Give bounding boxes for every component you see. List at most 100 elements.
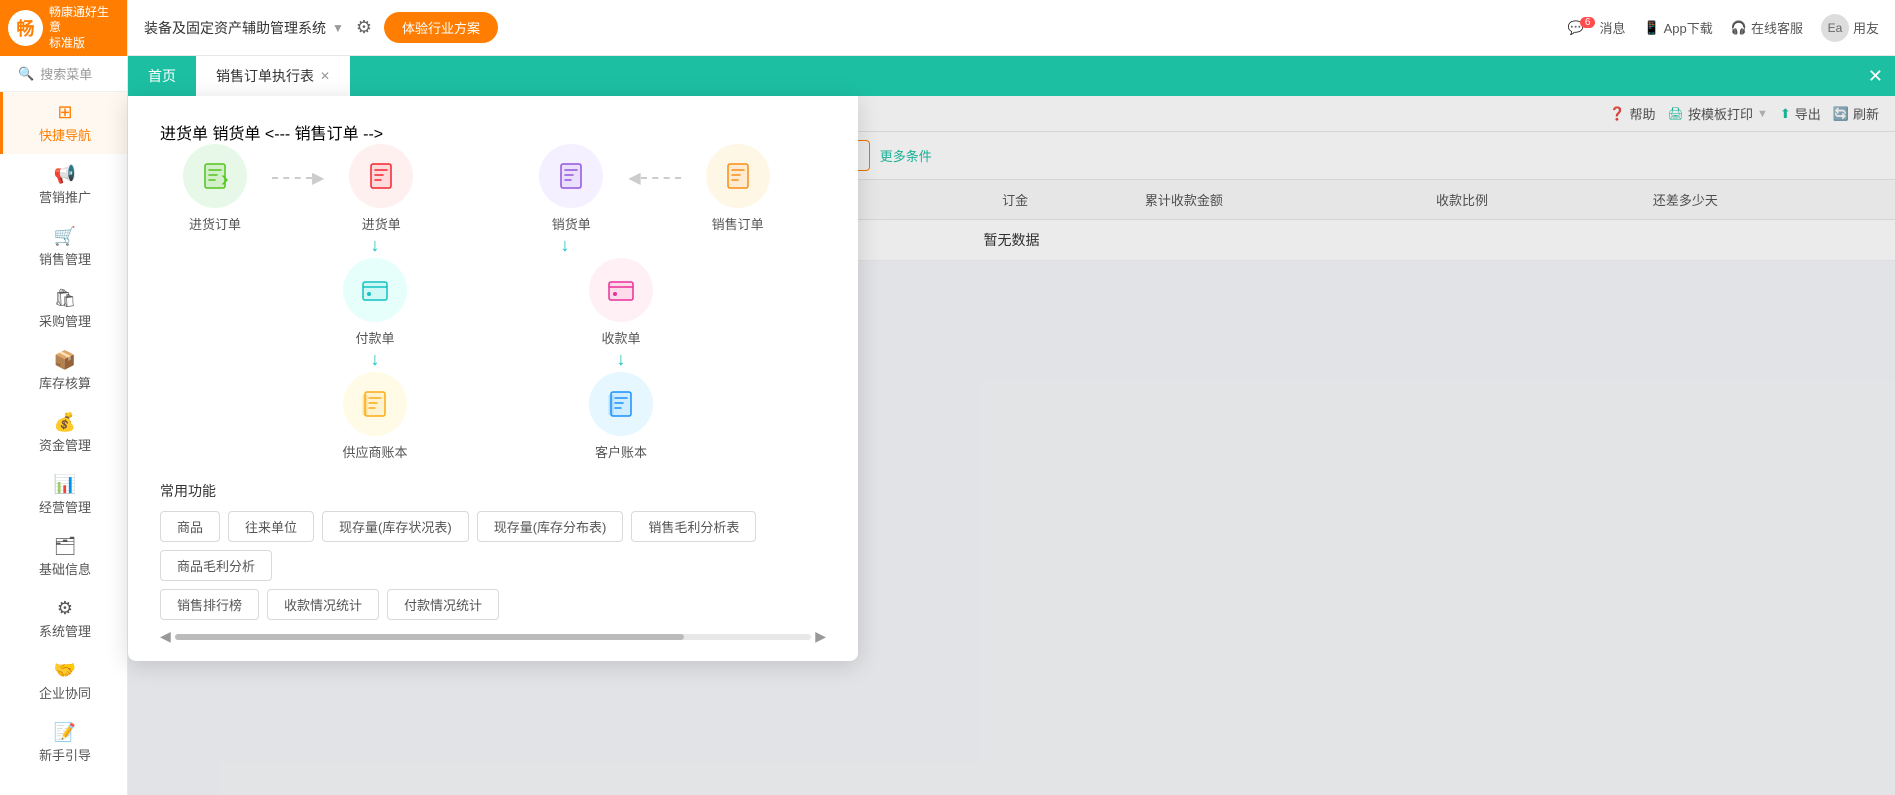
sidebar-item-label: 资金管理 [39, 435, 91, 454]
sidebar-item-purchase[interactable]: 🛍 采购管理 [0, 278, 127, 340]
flow-circle-supplier-ledger [343, 372, 407, 436]
close-icon[interactable]: ✕ [320, 69, 330, 83]
header: 装备及固定资产辅助管理系统 ▼ ⚙ 体验行业方案 💬 6 消息 📱 App下载 … [128, 0, 1895, 56]
sidebar-item-label: 基础信息 [39, 559, 91, 578]
down-arrow-receipt: ↓ [566, 349, 676, 370]
func-button-0[interactable]: 商品 [160, 511, 220, 542]
trial-button[interactable]: 体验行业方案 [384, 12, 498, 43]
online-service-button[interactable]: 🎧 在线客服 [1731, 18, 1803, 37]
sidebar-item-label: 企业协同 [39, 683, 91, 702]
chevron-down-icon: ▼ [332, 21, 344, 35]
enterprise-icon: 🤝 [54, 660, 76, 681]
scroll-hint: ◀ ▶ [160, 628, 826, 645]
avatar: Ea [1821, 14, 1849, 42]
app-download-button[interactable]: 📱 App下载 [1643, 18, 1712, 37]
basic-info-icon: 🗂 [54, 536, 77, 557]
down-arrow-payment: ↓ [320, 349, 430, 370]
down-arrow-sales: ↓ [510, 235, 620, 256]
func-buttons-row2: 销售排行榜收款情况统计付款情况统计 [160, 589, 826, 620]
sidebar-item-marketing[interactable]: 📢 营销推广 [0, 154, 127, 216]
tab-bar-close-icon[interactable]: ✕ [1868, 66, 1883, 87]
header-system-title[interactable]: 装备及固定资产辅助管理系统 ▼ [144, 18, 344, 38]
sidebar-logo: 畅 畅康通好生意 标准版 [0, 0, 127, 56]
message-button[interactable]: 💬 6 消息 [1568, 18, 1626, 37]
scroll-bar[interactable] [175, 634, 811, 640]
tab-bar: 首页 销售订单执行表 ✕ ✕ [128, 56, 1895, 96]
func-buttons-row1: 商品往来单位现存量(库存状况表) 现存量(库存分布表)销售毛利分析表商品毛利分析 [160, 511, 826, 581]
sidebar-item-inventory[interactable]: 📦库存核算 [0, 340, 127, 402]
sidebar-item-label: 系统管理 [39, 621, 91, 640]
sidebar-item-label: 销售管理 [39, 249, 91, 268]
operations-icon: 📊 [54, 474, 76, 495]
sidebar-item-system[interactable]: ⚙ 系统管理 [0, 588, 127, 650]
scroll-right-btn[interactable]: ▶ [815, 628, 826, 645]
func-button-1[interactable]: 往来单位 [228, 511, 314, 542]
func-button-5[interactable]: 商品毛利分析 [160, 550, 272, 581]
guide-icon: 📝 [54, 722, 76, 743]
flow-circle-purchase-order [183, 144, 247, 208]
flow-node-sales-order[interactable]: 销售订单 [683, 144, 793, 233]
tab-home[interactable]: 首页 [128, 56, 196, 96]
sidebar-item-finance[interactable]: 💰 资金管理 [0, 402, 127, 464]
popup-panel: 进货单 销货单 <--- 销售订单 --> 进货订单 ▶ [128, 96, 858, 661]
dash-arrow-1: ▶ [272, 168, 324, 210]
sidebar-item-guide[interactable]: 📝 新手引导 [0, 712, 127, 774]
sidebar-item-operations[interactable]: 📊 经营管理 [0, 464, 127, 526]
sidebar-item-label: 快捷导航 [39, 125, 91, 144]
flow-node-purchase-order[interactable]: 进货订单 [160, 144, 270, 233]
down-arrow-purchase: ↓ [320, 235, 430, 256]
finance-icon: 💰 [54, 412, 76, 433]
flow-circle-sales-bill [539, 144, 603, 208]
flow-node-customer-ledger[interactable]: 客户账本 [566, 372, 676, 461]
func-button-r2-2[interactable]: 付款情况统计 [387, 589, 499, 620]
flow-node-receipt[interactable]: 收款单 [566, 258, 676, 347]
user-menu[interactable]: Ea 用友 [1821, 14, 1879, 42]
scroll-thumb [175, 634, 684, 640]
tab-sales-order-exec[interactable]: 销售订单执行表 ✕ [196, 56, 350, 96]
sidebar: 畅 畅康通好生意 标准版 🔍 搜索菜单 ⊞ 快捷导航 📢 营销推广 🛒 销售管理 🛍 采购管理… [0, 0, 128, 795]
sidebar-item-quick-nav[interactable]: ⊞ 快捷导航 [0, 92, 127, 154]
func-button-3[interactable]: 现存量(库存分布表) [477, 511, 624, 542]
sidebar-item-label: 采购管理 [39, 311, 91, 330]
sidebar-item-label: 新手引导 [39, 745, 91, 764]
service-icon: 🎧 [1731, 20, 1747, 36]
marketing-icon: 📢 [54, 164, 76, 185]
flow-circle-customer-ledger [589, 372, 653, 436]
func-button-2[interactable]: 现存量(库存状况表) [322, 511, 469, 542]
logo-icon: 畅 [8, 10, 43, 46]
popup-overlay[interactable]: 进货单 销货单 <--- 销售订单 --> 进货订单 ▶ [128, 96, 1895, 795]
func-button-4[interactable]: 销售毛利分析表 [631, 511, 756, 542]
sidebar-item-label: 营销推广 [39, 187, 91, 206]
flow-node-supplier-ledger[interactable]: 供应商账本 [320, 372, 430, 461]
sidebar-item-label: 经营管理 [39, 497, 91, 516]
logo-text: 畅康通好生意 标准版 [49, 5, 119, 52]
flow-node-payment[interactable]: 付款单 [320, 258, 430, 347]
sidebar-item-label: 库存核算 [39, 373, 91, 392]
flow-circle-receipt [589, 258, 653, 322]
header-right: 💬 6 消息 📱 App下载 🎧 在线客服 Ea 用友 [1568, 14, 1879, 42]
purchase-icon: 🛍 [54, 288, 77, 309]
flow-node-purchase-bill[interactable]: 进货单 [326, 144, 436, 233]
common-functions: 常用功能 商品往来单位现存量(库存状况表)现存量(库存分布表)销售毛利分析表商品… [160, 481, 826, 620]
sidebar-item-enterprise[interactable]: 🤝 企业协同 [0, 650, 127, 712]
download-icon: 📱 [1643, 20, 1659, 36]
flow-chart: 进货订单 ▶ 进货单 [160, 144, 826, 461]
flow-row-1: 进货订单 ▶ 进货单 [160, 144, 826, 233]
sales-icon: 🛒 [54, 226, 76, 247]
quick-nav-icon: ⊞ [57, 102, 72, 123]
system-icon: ⚙ [57, 598, 73, 619]
dash-arrow-2: ◀ [628, 168, 680, 210]
sidebar-item-basic-info[interactable]: 🗂 基础信息 [0, 526, 127, 588]
sidebar-nav: ⊞ 快捷导航 📢 营销推广 🛒 销售管理 🛍 采购管理 📦库存核算 💰 资金管理 📊 经营管理 🗂 基础信息… [0, 92, 127, 774]
search-icon: 🔍 [18, 66, 34, 82]
settings-icon[interactable]: ⚙ [356, 17, 372, 38]
sidebar-search[interactable]: 🔍 搜索菜单 [0, 56, 127, 92]
flow-circle-payment [343, 258, 407, 322]
flow-node-sales-bill[interactable]: 销货单 [516, 144, 626, 233]
flow-row-2: 付款单 收款单 [320, 258, 826, 347]
flow-row-3: 供应商账本 客户账本 [320, 372, 826, 461]
scroll-left-btn[interactable]: ◀ [160, 628, 171, 645]
func-button-r2-0[interactable]: 销售排行榜 [160, 589, 259, 620]
func-button-r2-1[interactable]: 收款情况统计 [267, 589, 379, 620]
sidebar-item-sales[interactable]: 🛒 销售管理 [0, 216, 127, 278]
